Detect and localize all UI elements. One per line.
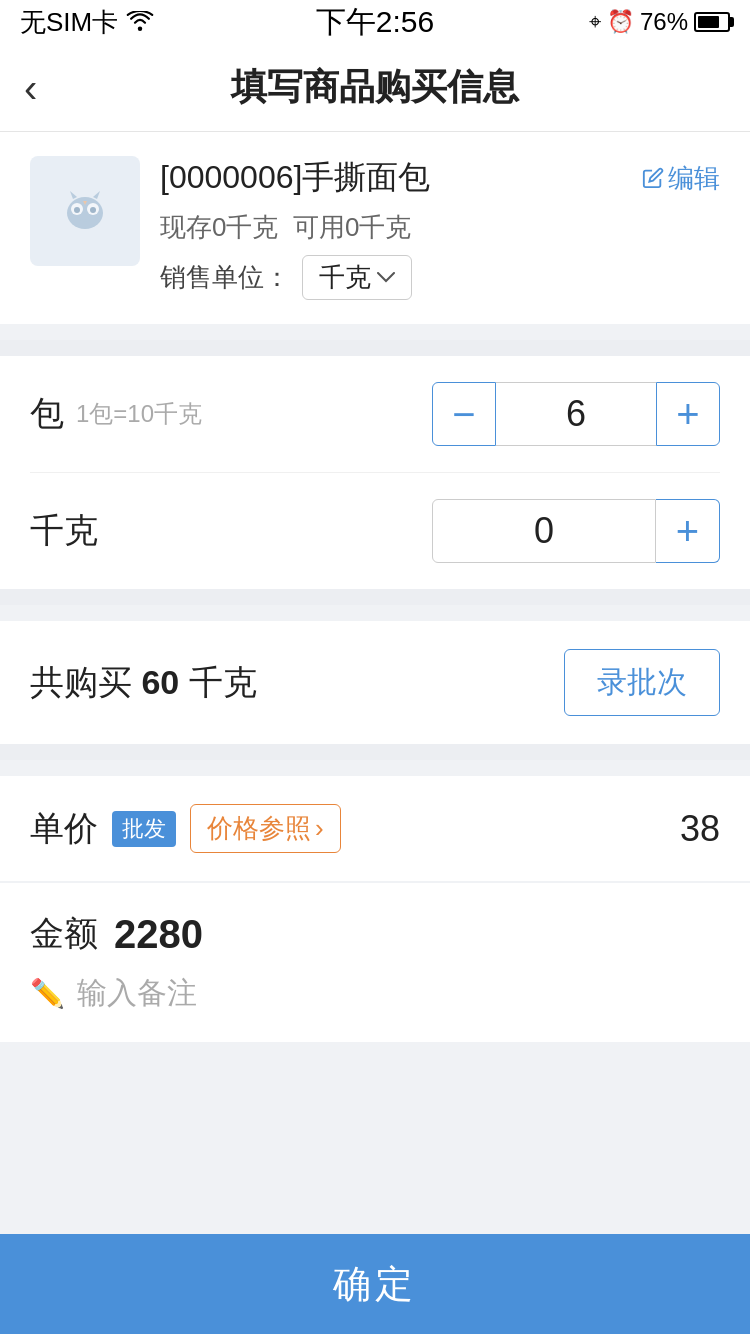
- status-right: ⌖ ⏰ 76%: [589, 8, 730, 36]
- svg-point-4: [90, 207, 96, 213]
- price-value: 38: [680, 808, 720, 850]
- bottom-padding: [0, 1042, 750, 1158]
- amount-label: 金额: [30, 911, 98, 957]
- qty-input-kg[interactable]: [432, 499, 656, 563]
- product-name: [0000006]手撕面包: [160, 156, 430, 200]
- battery-text: 76%: [640, 8, 688, 36]
- quantity-control-kg: +: [432, 499, 720, 563]
- location-icon: ⌖: [589, 9, 601, 35]
- qty-plus-bao[interactable]: +: [656, 382, 720, 446]
- quantity-row-bao: 包 1包=10千克 − +: [30, 356, 720, 473]
- svg-marker-7: [93, 191, 100, 199]
- qty-plus-kg[interactable]: +: [656, 499, 720, 563]
- wifi-icon: [126, 7, 154, 38]
- alarm-icon: ⏰: [607, 9, 634, 35]
- product-stock: 现存0千克 可用0千克: [160, 210, 720, 245]
- product-unit-row: 销售单位： 千克: [160, 255, 720, 300]
- quantity-hint-bao: 1包=10千克: [76, 398, 202, 430]
- batch-button[interactable]: 录批次: [564, 649, 720, 716]
- price-section: 单价 批发 价格参照 › 38: [0, 776, 750, 881]
- price-ref-button[interactable]: 价格参照 ›: [190, 804, 341, 853]
- carrier-text: 无SIM卡: [20, 5, 118, 40]
- status-bar: 无SIM卡 下午2:56 ⌖ ⏰ 76%: [0, 0, 750, 44]
- total-section: 共购买 60 千克 录批次: [0, 621, 750, 744]
- nav-bar: ‹ 填写商品购买信息: [0, 44, 750, 132]
- product-info: [0000006]手撕面包 编辑 现存0千克 可用0千克 销售单位： 千克: [160, 156, 720, 300]
- total-text: 共购买 60 千克: [30, 660, 257, 706]
- quantity-section: 包 1包=10千克 − + 千克 +: [0, 356, 750, 589]
- status-left: 无SIM卡: [20, 5, 154, 40]
- section-separator-1: [0, 340, 750, 356]
- amount-row: 金额 2280: [30, 911, 720, 957]
- quantity-label-bao: 包 1包=10千克: [30, 391, 202, 437]
- confirm-button[interactable]: 确定: [0, 1234, 750, 1334]
- amount-value: 2280: [114, 912, 203, 957]
- pencil-icon: ✏️: [30, 977, 65, 1010]
- svg-marker-6: [70, 191, 77, 199]
- battery-icon: [694, 12, 730, 32]
- unit-select[interactable]: 千克: [302, 255, 412, 300]
- qty-minus-bao[interactable]: −: [432, 382, 496, 446]
- price-left: 单价 批发 价格参照 ›: [30, 804, 341, 853]
- price-label: 单价: [30, 806, 98, 852]
- product-card: [0000006]手撕面包 编辑 现存0千克 可用0千克 销售单位： 千克: [0, 132, 750, 324]
- status-time: 下午2:56: [316, 2, 434, 43]
- section-separator-2: [0, 589, 750, 605]
- remark-row[interactable]: ✏️ 输入备注: [30, 973, 720, 1014]
- page-title: 填写商品购买信息: [231, 63, 519, 112]
- section-separator-3: [0, 744, 750, 760]
- price-badge: 批发: [112, 811, 176, 847]
- remark-label: 输入备注: [77, 973, 197, 1014]
- quantity-row-kg: 千克 +: [30, 473, 720, 589]
- product-thumbnail: [30, 156, 140, 266]
- svg-point-3: [74, 207, 80, 213]
- quantity-label-kg: 千克: [30, 508, 98, 554]
- qty-input-bao[interactable]: [496, 382, 656, 446]
- back-button[interactable]: ‹: [24, 68, 37, 108]
- edit-button[interactable]: 编辑: [642, 161, 720, 196]
- quantity-control-bao: − +: [432, 382, 720, 446]
- amount-section: 金额 2280 ✏️ 输入备注: [0, 883, 750, 1042]
